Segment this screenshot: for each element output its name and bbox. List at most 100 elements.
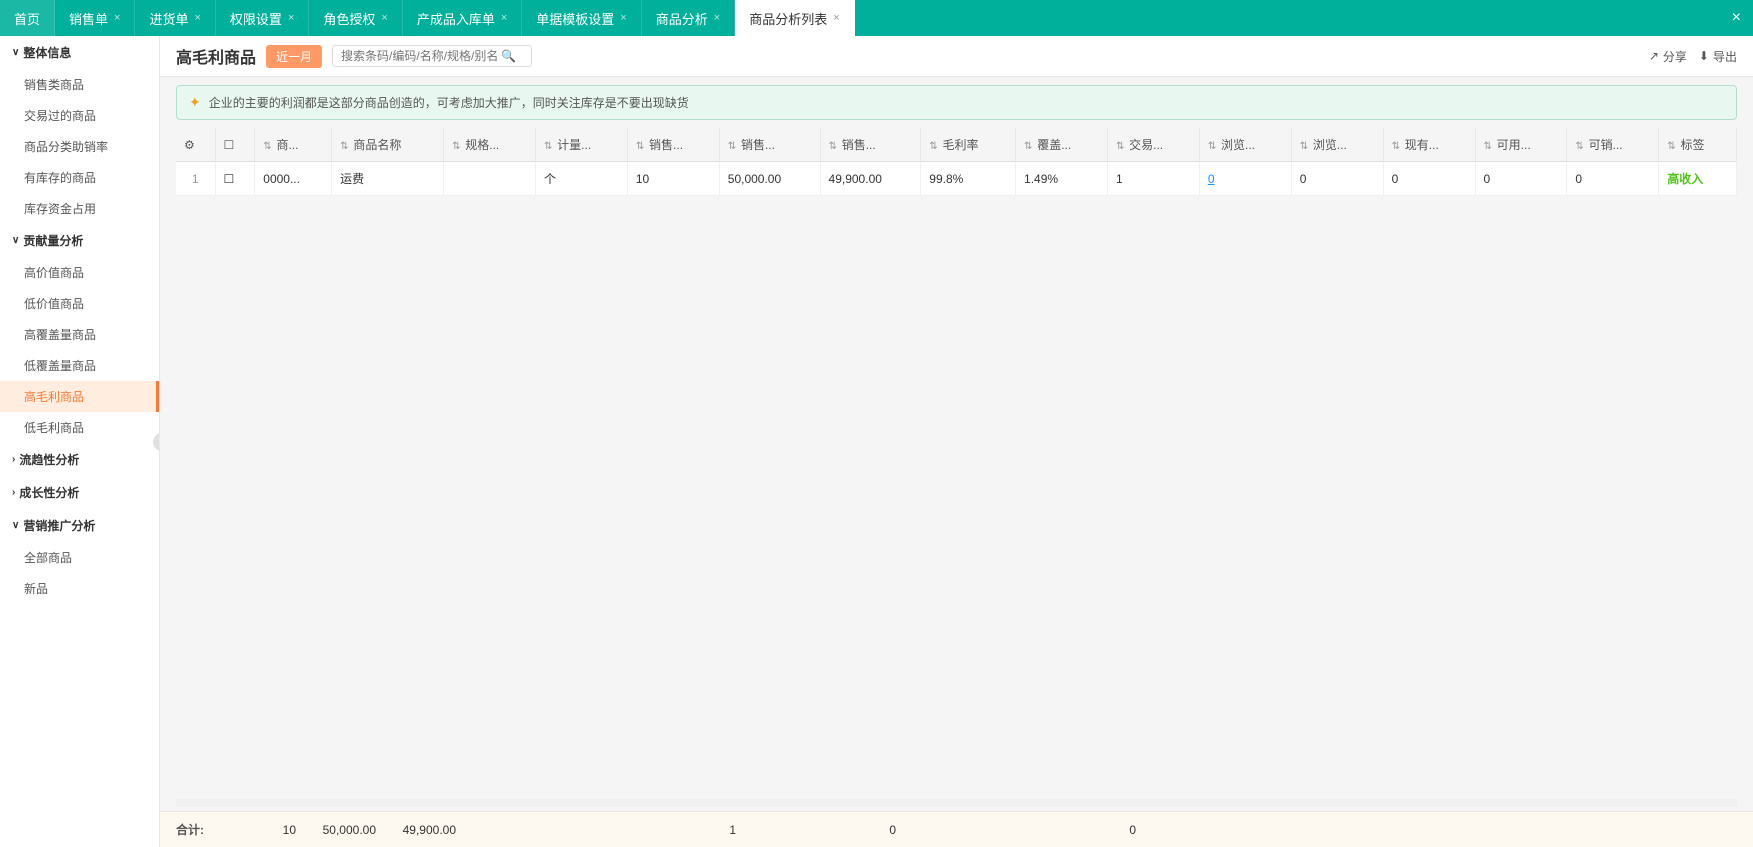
col-header-6[interactable]: ⇅ 销售... bbox=[627, 128, 719, 162]
sort-icon: ⇅ bbox=[1575, 141, 1586, 152]
col-header-12[interactable]: ⇅ 浏览... bbox=[1199, 128, 1291, 162]
cell-9: 99.8% bbox=[921, 162, 1016, 196]
sidebar-item-新品[interactable]: 新品 bbox=[0, 573, 159, 604]
col-header-17[interactable]: ⇅ 标签 bbox=[1659, 128, 1737, 162]
sidebar-item-低覆盖量商品[interactable]: 低覆盖量商品 bbox=[0, 350, 159, 381]
cell-14: 0 bbox=[1383, 162, 1475, 196]
nav-tab-商品分析[interactable]: 商品分析× bbox=[642, 0, 735, 36]
horizontal-scrollbar[interactable] bbox=[176, 799, 1737, 807]
cell-13: 0 bbox=[1291, 162, 1383, 196]
sort-icon: ⇅ bbox=[1392, 141, 1403, 152]
sidebar-group-成长性分析[interactable]: ›成长性分析 bbox=[0, 476, 159, 509]
sort-icon: ⇅ bbox=[728, 141, 739, 152]
sort-icon: ⇅ bbox=[1208, 141, 1219, 152]
close-tab-icon[interactable]: × bbox=[833, 12, 839, 24]
close-tab-icon[interactable]: × bbox=[714, 12, 720, 24]
sidebar-item-低价值商品[interactable]: 低价值商品 bbox=[0, 288, 159, 319]
search-box: 🔍 bbox=[332, 45, 532, 67]
close-tab-icon[interactable]: × bbox=[114, 12, 120, 24]
col-header-8[interactable]: ⇅ 销售... bbox=[820, 128, 921, 162]
filter-button[interactable]: 近一月 bbox=[266, 45, 322, 68]
table-row: 1☐0000...运费个1050,000.0049,900.0099.8%1.4… bbox=[176, 162, 1737, 196]
col-label: 商... bbox=[276, 138, 298, 152]
total-transaction: 1 bbox=[664, 823, 744, 837]
col-header-14[interactable]: ⇅ 现有... bbox=[1383, 128, 1475, 162]
nav-tab-商品分析列表[interactable]: 商品分析列表× bbox=[735, 0, 854, 36]
col-label: 交易... bbox=[1129, 138, 1163, 152]
close-tab-icon[interactable]: × bbox=[381, 12, 387, 24]
col-label: 现有... bbox=[1405, 138, 1439, 152]
sort-icon: ⇅ bbox=[829, 141, 840, 152]
arrow-icon: › bbox=[12, 487, 15, 498]
sidebar-item-高覆盖量商品[interactable]: 高覆盖量商品 bbox=[0, 319, 159, 350]
content-area: 高毛利商品 近一月 🔍 ↗ 分享 ⬇ 导出 ✦ 企业的主要的利润都是这部分商品创… bbox=[160, 36, 1753, 847]
cell-7: 50,000.00 bbox=[719, 162, 820, 196]
cell-10: 1.49% bbox=[1016, 162, 1108, 196]
cell-5: 个 bbox=[535, 162, 627, 196]
cell-2: 0000... bbox=[255, 162, 332, 196]
col-header-4[interactable]: ⇅ 规格... bbox=[444, 128, 536, 162]
cell-6: 10 bbox=[627, 162, 719, 196]
sidebar-item-销售类商品[interactable]: 销售类商品 bbox=[0, 69, 159, 100]
nav-tab-单据模板设置[interactable]: 单据模板设置× bbox=[522, 0, 641, 36]
sidebar-group-整体信息[interactable]: ∨整体信息 bbox=[0, 36, 159, 69]
close-tab-icon[interactable]: × bbox=[620, 12, 626, 24]
total-sales-qty: 10 bbox=[224, 823, 304, 837]
nav-tab-权限设置[interactable]: 权限设置× bbox=[216, 0, 309, 36]
col-header-13[interactable]: ⇅ 浏览... bbox=[1291, 128, 1383, 162]
col-header-5[interactable]: ⇅ 计量... bbox=[535, 128, 627, 162]
nav-tab-进货单[interactable]: 进货单× bbox=[135, 0, 215, 36]
info-text: 企业的主要的利润都是这部分商品创造的，可考虑加大推广，同时关注库存是不要出现缺货 bbox=[209, 94, 689, 111]
col-header-16[interactable]: ⇅ 可销... bbox=[1567, 128, 1659, 162]
col-label: 销售... bbox=[649, 138, 683, 152]
close-all-button[interactable]: × bbox=[1720, 9, 1753, 27]
search-icon[interactable]: 🔍 bbox=[501, 49, 516, 63]
main-layout: « ∨整体信息销售类商品交易过的商品商品分类助销率有库存的商品库存资金占用∨贡献… bbox=[0, 36, 1753, 847]
sidebar-group-流趋性分析[interactable]: › 流趋性分析 bbox=[0, 443, 159, 476]
sort-icon: ⇅ bbox=[1484, 141, 1495, 152]
total-browse2: 0 bbox=[824, 823, 904, 837]
sidebar-item-高价值商品[interactable]: 高价值商品 bbox=[0, 257, 159, 288]
col-header-7[interactable]: ⇅ 销售... bbox=[719, 128, 820, 162]
sidebar-item-交易过的商品[interactable]: 交易过的商品 bbox=[0, 100, 159, 131]
share-button[interactable]: ↗ 分享 bbox=[1649, 48, 1687, 65]
col-label: 标签 bbox=[1680, 138, 1704, 152]
sidebar-item-高毛利商品[interactable]: 高毛利商品 bbox=[0, 381, 159, 412]
export-button[interactable]: ⬇ 导出 bbox=[1699, 48, 1737, 65]
cell-17: 高收入 bbox=[1659, 162, 1737, 196]
sidebar-item-全部商品[interactable]: 全部商品 bbox=[0, 542, 159, 573]
col-header-9[interactable]: ⇅ 毛利率 bbox=[921, 128, 1016, 162]
nav-tab-角色授权[interactable]: 角色授权× bbox=[309, 0, 402, 36]
sidebar-group-贡献量分析[interactable]: ∨贡献量分析 bbox=[0, 224, 159, 257]
close-tab-icon[interactable]: × bbox=[288, 12, 294, 24]
export-icon: ⬇ bbox=[1699, 49, 1709, 63]
close-tab-icon[interactable]: × bbox=[194, 12, 200, 24]
col-header-10[interactable]: ⇅ 覆盖... bbox=[1016, 128, 1108, 162]
col-label: 浏览... bbox=[1221, 138, 1255, 152]
cell-16: 0 bbox=[1567, 162, 1659, 196]
cell-11: 1 bbox=[1107, 162, 1199, 196]
sidebar-item-有库存的商品[interactable]: 有库存的商品 bbox=[0, 162, 159, 193]
sidebar-item-商品分类助销率[interactable]: 商品分类助销率 bbox=[0, 131, 159, 162]
nav-tab-首页[interactable]: 首页 bbox=[0, 0, 55, 36]
cell-15: 0 bbox=[1475, 162, 1567, 196]
col-label: 计量... bbox=[557, 138, 591, 152]
sort-icon: ⇅ bbox=[452, 141, 463, 152]
group-label: 流趋性分析 bbox=[19, 451, 79, 468]
nav-tab-销售单[interactable]: 销售单× bbox=[55, 0, 135, 36]
top-nav: 首页销售单×进货单×权限设置×角色授权×产成品入库单×单据模板设置×商品分析×商… bbox=[0, 0, 1753, 36]
col-header-1: ☐ bbox=[215, 128, 255, 162]
col-header-15[interactable]: ⇅ 可用... bbox=[1475, 128, 1567, 162]
sidebar-group-营销推广分析[interactable]: ∨营销推广分析 bbox=[0, 509, 159, 542]
nav-tab-产成品入库单[interactable]: 产成品入库单× bbox=[403, 0, 522, 36]
col-header-11[interactable]: ⇅ 交易... bbox=[1107, 128, 1199, 162]
col-header-2[interactable]: ⇅ 商... bbox=[255, 128, 332, 162]
sidebar-item-库存资金占用[interactable]: 库存资金占用 bbox=[0, 193, 159, 224]
arrow-icon: › bbox=[12, 454, 15, 465]
close-tab-icon[interactable]: × bbox=[501, 12, 507, 24]
search-input[interactable] bbox=[341, 49, 501, 63]
cell-12[interactable]: 0 bbox=[1199, 162, 1291, 196]
col-header-3[interactable]: ⇅ 商品名称 bbox=[332, 128, 444, 162]
sidebar-item-低毛利商品[interactable]: 低毛利商品 bbox=[0, 412, 159, 443]
cell-0: 1 bbox=[176, 162, 215, 196]
